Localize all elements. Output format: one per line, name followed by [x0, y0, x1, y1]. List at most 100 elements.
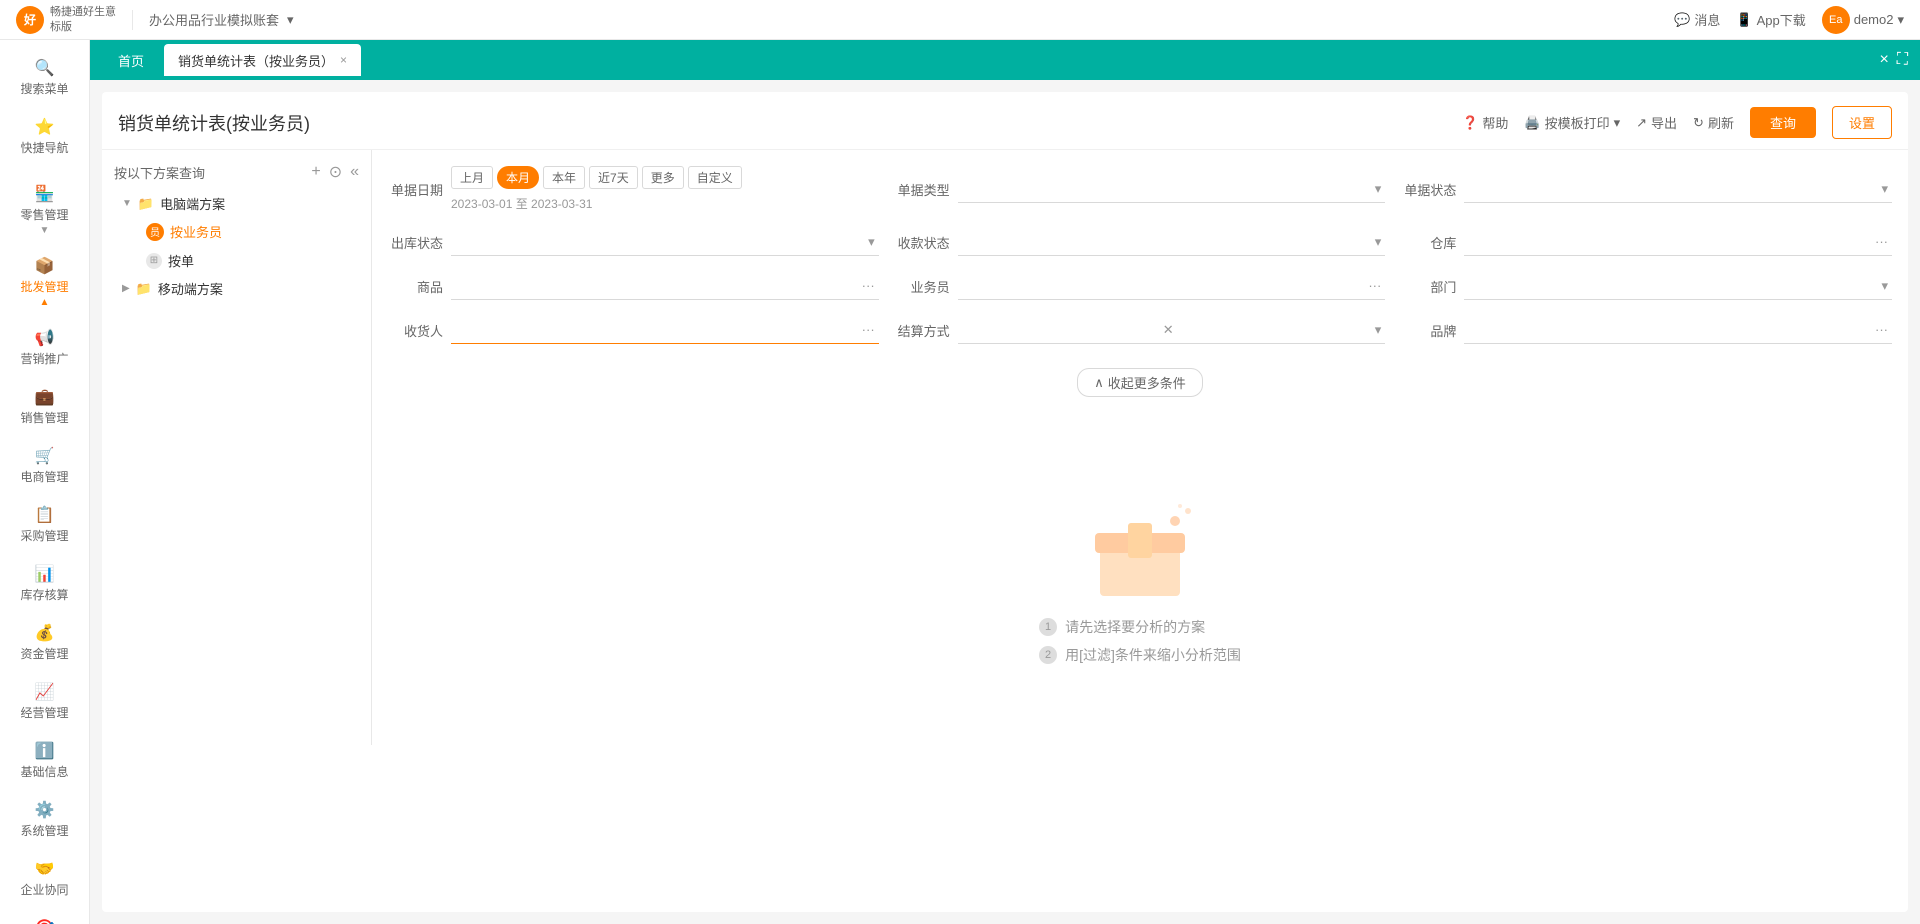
sidebar-item-newbie[interactable]: 🎯 新手引导: [0, 908, 89, 924]
salesperson-input[interactable]: ···: [958, 272, 1386, 300]
message-icon: 💬: [1674, 12, 1690, 28]
date-custom-btn[interactable]: 自定义: [688, 166, 742, 189]
query-button[interactable]: 查询: [1750, 107, 1816, 138]
payment-select[interactable]: ▾: [958, 228, 1386, 256]
salesperson-dots: ···: [1368, 278, 1381, 293]
salesperson-filter-cell: 业务员 ···: [895, 272, 1386, 300]
date-this-month-btn[interactable]: 本月: [497, 166, 539, 189]
warehouse-dots: ···: [1875, 234, 1888, 249]
export-button[interactable]: ↗ 导出: [1636, 113, 1677, 132]
page-actions: ❓ 帮助 🖨️ 按模板打印 ▾ ↗ 导出: [1462, 106, 1892, 139]
settlement-select[interactable]: ✕ ▾: [958, 316, 1386, 344]
consignee-dots: ···: [862, 322, 875, 337]
collapse-panel-icon[interactable]: «: [350, 163, 359, 181]
filter-row-1: 单据日期 上月 本月 本年 近7天 更多 自定义: [388, 166, 1892, 212]
help-icon: ❓: [1462, 115, 1478, 131]
date-last7-btn[interactable]: 近7天: [589, 166, 638, 189]
department-chevron: ▾: [1881, 278, 1888, 294]
search-icon: 🔍: [35, 58, 55, 78]
sidebar-item-finance[interactable]: 💰 资金管理: [0, 613, 89, 672]
doc-type-chevron: ▾: [1375, 181, 1382, 197]
desktop-sub: 员 按业务员 ⊞ 按单: [114, 217, 359, 275]
mobile-section-item[interactable]: ▶ 📁 移动端方案: [114, 275, 359, 302]
product-filter-cell: 商品 ···: [388, 272, 879, 300]
tab-home[interactable]: 首页: [102, 45, 160, 76]
filter-area: 单据日期 上月 本月 本年 近7天 更多 自定义: [372, 150, 1908, 421]
sidebar-item-system[interactable]: ⚙️ 系统管理: [0, 790, 89, 849]
sidebar-search[interactable]: 🔍 搜索菜单: [0, 48, 89, 107]
doc-status-select[interactable]: ▾: [1464, 175, 1892, 203]
sidebar-item-purchase[interactable]: 📋 采购管理: [0, 495, 89, 554]
consignee-label: 收货人: [388, 321, 443, 340]
basic-icon: ℹ️: [35, 741, 55, 761]
page-subtitle-dropdown[interactable]: ▾: [287, 12, 294, 28]
system-icon: ⚙️: [35, 800, 55, 820]
tab-maximize-icon[interactable]: ⛶: [1897, 51, 1908, 69]
refresh-icon: ↻: [1693, 115, 1704, 131]
sidebar-item-enterprise[interactable]: 🤝 企业协同: [0, 849, 89, 908]
filter-row-4: 收货人 ··· 结算方式: [388, 316, 1892, 344]
sidebar-item-basic[interactable]: ℹ️ 基础信息: [0, 731, 89, 790]
shipment-select[interactable]: ▾: [451, 228, 879, 256]
by-order-dot: ⊞: [146, 253, 162, 269]
by-order-scheme-item[interactable]: ⊞ 按单: [138, 246, 359, 275]
refresh-button[interactable]: ↻ 刷新: [1693, 113, 1734, 132]
sidebar-item-ecommerce[interactable]: 🛒 电商管理: [0, 436, 89, 495]
sales-icon: 💼: [35, 387, 55, 407]
top-bar: 好 畅捷通好生意 标版 办公用品行业模拟账套 ▾ 💬 消息 📱 App下载 Ea: [0, 0, 1920, 40]
product-input[interactable]: ···: [451, 272, 879, 300]
sidebar-shortcut[interactable]: ⭐ 快捷导航: [0, 107, 89, 166]
help-button[interactable]: ❓ 帮助: [1462, 113, 1508, 132]
settings-button[interactable]: 设置: [1832, 106, 1892, 139]
page-subtitle: 办公用品行业模拟账套: [149, 10, 279, 29]
empty-illustration: [1080, 501, 1200, 601]
brand-label: 品牌: [1401, 321, 1456, 340]
user-dropdown-icon: ▾: [1897, 12, 1904, 28]
product-dots: ···: [862, 278, 875, 293]
operations-icon: 📈: [35, 682, 55, 702]
date-last-month-btn[interactable]: 上月: [451, 166, 493, 189]
product-label: 商品: [388, 277, 443, 296]
print-button[interactable]: 🖨️ 按模板打印 ▾: [1524, 113, 1620, 132]
inventory-icon: 📊: [35, 564, 55, 584]
sidebar-item-retail[interactable]: 🏪 零售管理 ▼: [0, 174, 89, 246]
top-bar-right: 💬 消息 📱 App下载 Ea demo2 ▾: [1674, 6, 1904, 34]
sidebar-item-inventory[interactable]: 📊 库存核算: [0, 554, 89, 613]
settlement-clear-icon[interactable]: ✕: [1163, 322, 1174, 338]
sidebar-item-sales[interactable]: 💼 销售管理: [0, 377, 89, 436]
desktop-folder-icon: 📁: [138, 196, 154, 212]
sidebar-item-operations[interactable]: 📈 经营管理: [0, 672, 89, 731]
date-this-year-btn[interactable]: 本年: [543, 166, 585, 189]
purchase-icon: 📋: [35, 505, 55, 525]
date-label: 单据日期: [388, 180, 443, 199]
settings-scheme-icon[interactable]: ⊙: [329, 162, 342, 182]
avatar: Ea: [1822, 6, 1850, 34]
mobile-arrow-icon: ▶: [122, 283, 130, 294]
sidebar-item-wholesale[interactable]: 📦 批发管理 ▲: [0, 246, 89, 318]
collapse-filters-button[interactable]: ∧ 收起更多条件: [1077, 368, 1203, 397]
tab-close-button[interactable]: ×: [340, 53, 347, 67]
user-menu[interactable]: Ea demo2 ▾: [1822, 6, 1904, 34]
empty-step-1: 1 请先选择要分析的方案: [1039, 617, 1241, 637]
desktop-section-item: ▼ 📁 电脑端方案: [114, 190, 359, 217]
salesperson-dot: 员: [146, 223, 164, 241]
add-scheme-icon[interactable]: +: [311, 163, 320, 181]
top-bar-left: 好 畅捷通好生意 标版 办公用品行业模拟账套 ▾: [16, 5, 294, 34]
tab-close-window-icon[interactable]: ×: [1879, 51, 1888, 69]
consignee-input[interactable]: ···: [451, 316, 879, 344]
sidebar-item-marketing[interactable]: 📢 营销推广: [0, 318, 89, 377]
print-icon: 🖨️: [1524, 115, 1540, 131]
message-button[interactable]: 💬 消息: [1674, 10, 1720, 29]
tab-active[interactable]: 销货单统计表（按业务员） ×: [164, 44, 361, 76]
settlement-chevron: ▾: [1375, 322, 1382, 338]
warehouse-select[interactable]: ···: [1464, 228, 1892, 256]
sidebar: 🔍 搜索菜单 ⭐ 快捷导航 🏪 零售管理 ▼ 📦 批发管理 ▲ 📢 营销推广: [0, 40, 90, 924]
step-num-2: 2: [1039, 646, 1057, 664]
salesperson-scheme-item[interactable]: 员 按业务员: [138, 217, 359, 246]
department-select[interactable]: ▾: [1464, 272, 1892, 300]
brand-input[interactable]: ···: [1464, 316, 1892, 344]
date-more-btn[interactable]: 更多: [642, 166, 684, 189]
doc-type-select[interactable]: ▾: [958, 175, 1386, 203]
page-title: 销货单统计表(按业务员): [118, 110, 310, 136]
app-download-button[interactable]: 📱 App下载: [1736, 10, 1805, 29]
